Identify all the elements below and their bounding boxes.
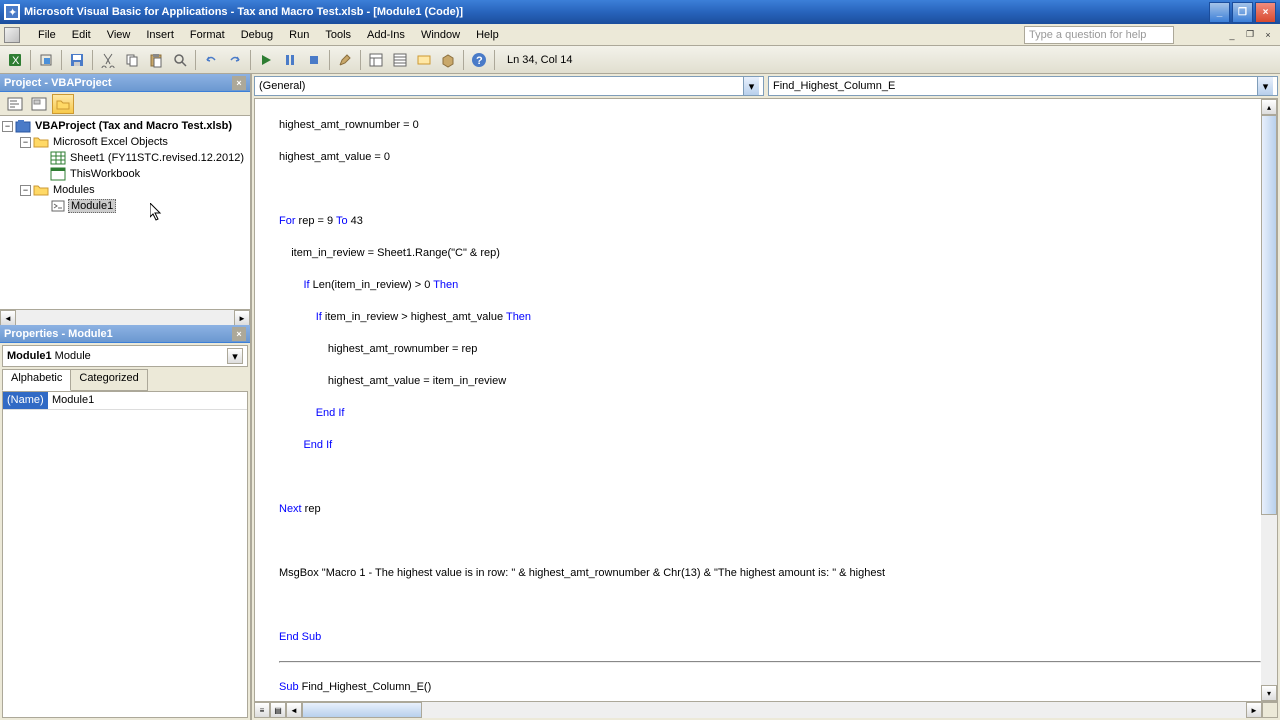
app-icon: ✦ xyxy=(4,4,20,20)
view-code-icon[interactable] xyxy=(4,94,26,114)
project-panel-header: Project - VBAProject × xyxy=(0,74,250,92)
dropdown-arrow-icon[interactable]: ▾ xyxy=(227,348,243,364)
menu-edit[interactable]: Edit xyxy=(64,27,99,43)
properties-icon[interactable] xyxy=(389,49,411,71)
svg-text:?: ? xyxy=(476,55,483,67)
cut-icon[interactable] xyxy=(97,49,119,71)
project-explorer-icon[interactable] xyxy=(365,49,387,71)
code-vscrollbar[interactable]: ▴ ▾ xyxy=(1261,99,1277,701)
scroll-right-icon[interactable]: ► xyxy=(1246,702,1262,718)
view-excel-icon[interactable]: X xyxy=(4,49,26,71)
tree-collapse-icon[interactable]: − xyxy=(20,137,31,148)
svg-text:X: X xyxy=(12,55,20,67)
module1-item[interactable]: Module1 xyxy=(68,199,116,213)
tab-categorized[interactable]: Categorized xyxy=(70,369,147,391)
menu-window[interactable]: Window xyxy=(413,27,468,43)
doc-restore-button[interactable]: ❐ xyxy=(1242,28,1258,42)
object-browser-icon[interactable] xyxy=(413,49,435,71)
menu-addins[interactable]: Add-Ins xyxy=(359,27,413,43)
menu-tools[interactable]: Tools xyxy=(317,27,359,43)
paste-icon[interactable] xyxy=(145,49,167,71)
svg-text:✦: ✦ xyxy=(8,7,17,18)
procedure-dropdown[interactable]: Find_Highest_Column_E ▾ xyxy=(768,76,1278,96)
folder-icon xyxy=(33,183,49,197)
standard-toolbar: X ? Ln 34, Col 14 xyxy=(0,46,1280,74)
property-name-value[interactable]: Module1 xyxy=(48,392,247,409)
cursor-position: Ln 34, Col 14 xyxy=(507,54,572,66)
break-icon[interactable] xyxy=(279,49,301,71)
worksheet-icon xyxy=(50,151,66,165)
menu-run[interactable]: Run xyxy=(281,27,317,43)
save-icon[interactable] xyxy=(66,49,88,71)
full-module-view-icon[interactable]: ▤ xyxy=(270,702,286,718)
project-root[interactable]: VBAProject (Tax and Macro Test.xlsb) xyxy=(33,120,234,132)
procedure-view-icon[interactable]: ≡ xyxy=(254,702,270,718)
dropdown-arrow-icon[interactable]: ▾ xyxy=(743,77,759,95)
folder-icon xyxy=(33,135,49,149)
properties-grid[interactable]: (Name) Module1 xyxy=(2,391,248,718)
scroll-left-icon[interactable]: ◄ xyxy=(0,310,16,326)
project-toolbar xyxy=(0,92,250,116)
modules-folder[interactable]: Modules xyxy=(51,184,97,196)
properties-panel-close-icon[interactable]: × xyxy=(232,327,246,341)
scroll-up-icon[interactable]: ▴ xyxy=(1261,99,1277,115)
design-mode-icon[interactable] xyxy=(334,49,356,71)
toolbox-icon[interactable] xyxy=(437,49,459,71)
project-tree[interactable]: −VBAProject (Tax and Macro Test.xlsb) −M… xyxy=(0,116,250,309)
project-icon xyxy=(15,119,31,133)
view-object-icon[interactable] xyxy=(28,94,50,114)
help-icon[interactable]: ? xyxy=(468,49,490,71)
toggle-folders-icon[interactable] xyxy=(52,94,74,114)
properties-panel-header: Properties - Module1 × xyxy=(0,325,250,343)
doc-close-button[interactable]: × xyxy=(1260,28,1276,42)
sheet1-item[interactable]: Sheet1 (FY11STC.revised.12.2012) xyxy=(68,152,246,164)
property-name-label[interactable]: (Name) xyxy=(3,392,48,409)
help-search-box[interactable]: Type a question for help xyxy=(1024,26,1174,44)
reset-icon[interactable] xyxy=(303,49,325,71)
menu-help[interactable]: Help xyxy=(468,27,507,43)
menu-view[interactable]: View xyxy=(99,27,139,43)
redo-icon[interactable] xyxy=(224,49,246,71)
doc-minimize-button[interactable]: _ xyxy=(1224,28,1240,42)
code-hscrollbar[interactable] xyxy=(302,702,1246,718)
object-dropdown[interactable]: (General) ▾ xyxy=(254,76,764,96)
window-title: Microsoft Visual Basic for Applications … xyxy=(24,6,1209,18)
menu-insert[interactable]: Insert xyxy=(138,27,182,43)
find-icon[interactable] xyxy=(169,49,191,71)
insert-icon[interactable] xyxy=(35,49,57,71)
menu-debug[interactable]: Debug xyxy=(233,27,281,43)
project-panel-close-icon[interactable]: × xyxy=(232,76,246,90)
vba-icon xyxy=(4,27,20,43)
tree-collapse-icon[interactable]: − xyxy=(2,121,13,132)
menubar: File Edit View Insert Format Debug Run T… xyxy=(0,24,1280,46)
close-button[interactable]: × xyxy=(1255,2,1276,23)
undo-icon[interactable] xyxy=(200,49,222,71)
module-icon xyxy=(50,199,66,213)
minimize-button[interactable]: _ xyxy=(1209,2,1230,23)
menu-file[interactable]: File xyxy=(30,27,64,43)
copy-icon[interactable] xyxy=(121,49,143,71)
scroll-right-icon[interactable]: ► xyxy=(234,310,250,326)
code-editor[interactable]: highest_amt_rownumber = 0 highest_amt_va… xyxy=(254,98,1278,702)
tab-alphabetic[interactable]: Alphabetic xyxy=(2,369,71,391)
workbook-icon xyxy=(50,167,66,181)
scroll-left-icon[interactable]: ◄ xyxy=(286,702,302,718)
properties-object-dropdown[interactable]: Module1 Module ▾ xyxy=(2,345,248,367)
dropdown-arrow-icon[interactable]: ▾ xyxy=(1257,77,1273,95)
restore-button[interactable]: ❐ xyxy=(1232,2,1253,23)
tree-collapse-icon[interactable]: − xyxy=(20,185,31,196)
menu-format[interactable]: Format xyxy=(182,27,233,43)
titlebar[interactable]: ✦ Microsoft Visual Basic for Application… xyxy=(0,0,1280,24)
run-icon[interactable] xyxy=(255,49,277,71)
excel-objects-folder[interactable]: Microsoft Excel Objects xyxy=(51,136,170,148)
tree-hscrollbar[interactable]: ◄ ► xyxy=(0,309,250,325)
scroll-down-icon[interactable]: ▾ xyxy=(1261,685,1277,701)
thisworkbook-item[interactable]: ThisWorkbook xyxy=(68,168,142,180)
